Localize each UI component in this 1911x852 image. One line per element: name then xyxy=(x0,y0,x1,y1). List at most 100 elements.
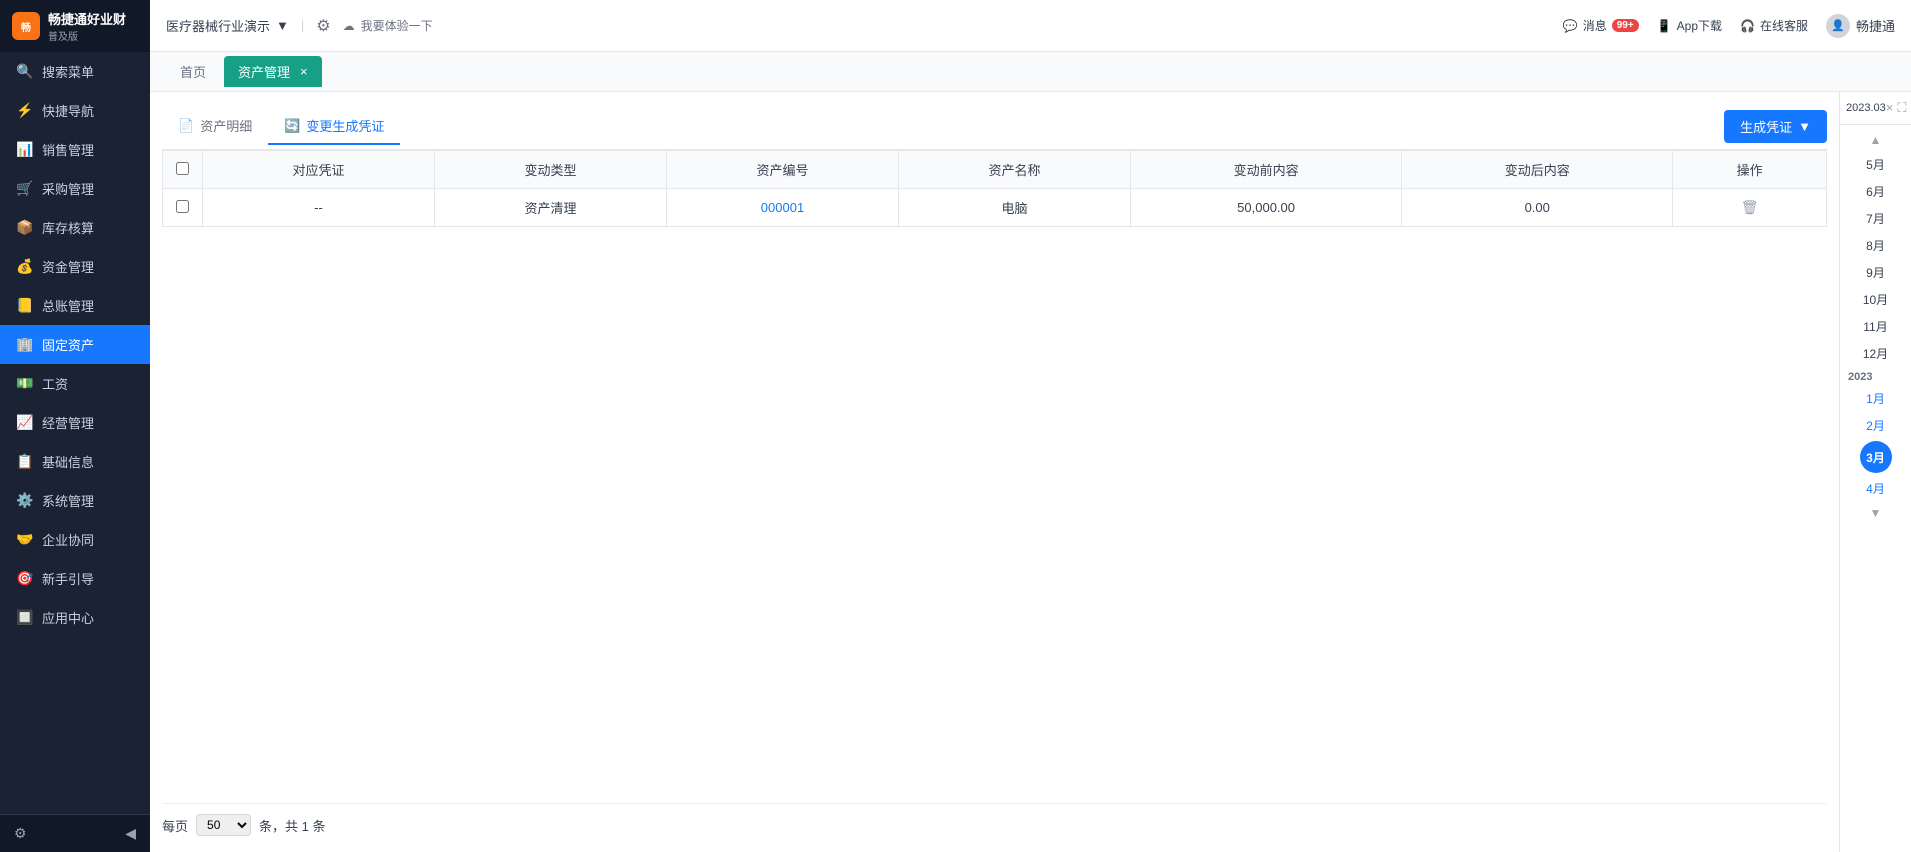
td-change-type-0: 资产清理 xyxy=(435,189,667,227)
sidebar-item-operations[interactable]: 📈经营管理 xyxy=(0,403,150,442)
tab-home[interactable]: 首页 xyxy=(166,56,220,87)
generate-voucher-button[interactable]: 生成凭证 ▼ xyxy=(1724,110,1827,143)
sidebar-item-sales[interactable]: 📊销售管理 xyxy=(0,130,150,169)
sidebar-title: 畅捷通好业财 xyxy=(48,9,126,28)
sub-tab-change-voucher[interactable]: 🔄 变更生成凭证 xyxy=(268,108,400,145)
sidebar-icon-ledger: 📒 xyxy=(16,297,32,314)
th-select-all xyxy=(163,151,203,189)
settings-icon[interactable]: ⚙ xyxy=(14,825,27,842)
date-scroll[interactable]: ▲5月6月7月8月9月10月11月12月20231月2月3月4月▼ xyxy=(1840,125,1911,852)
row-checkbox-0[interactable] xyxy=(176,200,189,213)
data-table-wrap: 对应凭证 变动类型 资产编号 资产名称 变动前内容 变动后内容 操作 -- 资产… xyxy=(162,150,1827,803)
sidebar-label-base-info: 基础信息 xyxy=(42,452,94,471)
total-text: 条，共 1 条 xyxy=(259,816,325,835)
sidebar-header: 畅 畅捷通好业财 普及版 xyxy=(0,0,150,52)
date-month-item[interactable]: 12月 xyxy=(1840,340,1911,367)
online-service-label: 在线客服 xyxy=(1760,17,1808,34)
nav-tabs: 首页 资产管理 × xyxy=(150,52,1911,92)
sidebar-label-salary: 工资 xyxy=(42,374,68,393)
generate-chevron: ▼ xyxy=(1798,119,1811,134)
data-table: 对应凭证 变动类型 资产编号 资产名称 变动前内容 变动后内容 操作 -- 资产… xyxy=(162,150,1827,227)
sidebar-item-enterprise[interactable]: 🤝企业协同 xyxy=(0,520,150,559)
tab-close-icon[interactable]: × xyxy=(300,64,308,79)
date-month-item[interactable]: 5月 xyxy=(1840,151,1911,178)
sidebar-label-funds: 资金管理 xyxy=(42,257,94,276)
date-month-item[interactable]: 7月 xyxy=(1840,205,1911,232)
select-all-checkbox[interactable] xyxy=(176,162,189,175)
date-side-panel: 2023.03 × ⛶ ▲5月6月7月8月9月10月11月12月20231月2月… xyxy=(1839,92,1911,852)
company-name: 医疗器械行业演示 xyxy=(166,16,270,35)
user-menu[interactable]: 👤 畅捷通 xyxy=(1826,14,1895,38)
collapse-icon[interactable]: ◀ xyxy=(125,825,136,842)
date-panel-expand-icon[interactable]: ⛶ xyxy=(1897,100,1906,116)
sidebar-icon-quick-nav: ⚡ xyxy=(16,102,32,119)
app-download-label: App下载 xyxy=(1677,17,1722,34)
date-year-label: 2023 xyxy=(1840,367,1911,385)
sidebar-item-app-center[interactable]: 🔲应用中心 xyxy=(0,598,150,637)
date-month-item[interactable]: 1月 xyxy=(1840,385,1911,412)
content-area: 📄 资产明细 🔄 变更生成凭证 生成凭证 ▼ xyxy=(150,92,1911,852)
sub-tab1-icon: 📄 xyxy=(178,118,194,134)
app-download-icon: 📱 xyxy=(1657,19,1672,33)
date-scroll-up[interactable]: ▲ xyxy=(1840,129,1911,151)
date-month-item[interactable]: 2月 xyxy=(1840,412,1911,439)
sidebar-item-inventory[interactable]: 📦库存核算 xyxy=(0,208,150,247)
experience-icon: ☁ xyxy=(343,19,355,33)
sidebar: 畅 畅捷通好业财 普及版 🔍搜索菜单 ⚡ 快捷导航 📊销售管理🛒采购管理📦库存核算💰资… xyxy=(0,0,150,852)
message-badge: 99+ xyxy=(1612,19,1639,32)
date-month-item[interactable]: 10月 xyxy=(1840,286,1911,313)
company-chevron: ▼ xyxy=(276,18,289,33)
th-voucher: 对应凭证 xyxy=(203,151,435,189)
online-service-button[interactable]: 🎧 在线客服 xyxy=(1740,17,1808,34)
per-page-label: 每页 xyxy=(162,816,188,835)
sidebar-item-search[interactable]: 🔍搜索菜单 xyxy=(0,52,150,91)
online-service-icon: 🎧 xyxy=(1740,19,1755,33)
sidebar-icon-salary: 💵 xyxy=(16,375,32,392)
tab-asset-management[interactable]: 资产管理 × xyxy=(224,56,322,87)
app-download-button[interactable]: 📱 App下载 xyxy=(1657,17,1722,34)
date-month-item[interactable]: 4月 xyxy=(1840,475,1911,502)
action-row: 生成凭证 ▼ xyxy=(1724,104,1827,149)
sidebar-item-purchase[interactable]: 🛒采购管理 xyxy=(0,169,150,208)
th-asset-name: 资产名称 xyxy=(899,151,1131,189)
message-button[interactable]: 💬 消息 99+ xyxy=(1563,17,1639,34)
sidebar-label-enterprise: 企业协同 xyxy=(42,530,94,549)
sidebar-item-salary[interactable]: 💵 工资 xyxy=(0,364,150,403)
sidebar-label-purchase: 采购管理 xyxy=(42,179,94,198)
sidebar-logo: 畅 xyxy=(12,12,40,40)
date-scroll-down[interactable]: ▼ xyxy=(1840,502,1911,524)
date-month-item[interactable]: 9月 xyxy=(1840,259,1911,286)
sidebar-item-fixed-assets[interactable]: 🏢固定资产 xyxy=(0,325,150,364)
date-month-item[interactable]: 8月 xyxy=(1840,232,1911,259)
sub-tab2-label: 变更生成凭证 xyxy=(306,116,384,135)
main-content: 医疗器械行业演示 ▼ | ⚙ ☁ 我要体验一下 💬 消息 99+ 📱 App下载… xyxy=(150,0,1911,852)
sub-tab-asset-detail[interactable]: 📄 资产明细 xyxy=(162,108,268,145)
th-after-change: 变动后内容 xyxy=(1402,151,1673,189)
table-body: -- 资产清理 000001 电脑 50,000.00 0.00 🗑 xyxy=(163,189,1827,227)
company-selector[interactable]: 医疗器械行业演示 ▼ xyxy=(166,16,289,35)
date-month-item[interactable]: 3月 xyxy=(1860,441,1892,473)
sidebar-item-ledger[interactable]: 📒总账管理 xyxy=(0,286,150,325)
table-row: -- 资产清理 000001 电脑 50,000.00 0.00 🗑 xyxy=(163,189,1827,227)
td-asset-name-0: 电脑 xyxy=(899,189,1131,227)
sub-tabs: 📄 资产明细 🔄 变更生成凭证 xyxy=(162,108,400,145)
sidebar-item-funds[interactable]: 💰资金管理 xyxy=(0,247,150,286)
date-panel-close-icon[interactable]: × xyxy=(1886,100,1894,116)
sidebar-item-quick-nav[interactable]: ⚡ 快捷导航 xyxy=(0,91,150,130)
topbar-settings-icon[interactable]: ⚙ xyxy=(316,16,330,36)
generate-label: 生成凭证 xyxy=(1740,117,1792,136)
td-operation-0[interactable]: 🗑 xyxy=(1673,189,1827,227)
experience-button[interactable]: ☁ 我要体验一下 xyxy=(343,17,433,34)
sidebar-item-system[interactable]: ⚙️系统管理 xyxy=(0,481,150,520)
sidebar-item-base-info[interactable]: 📋基础信息 xyxy=(0,442,150,481)
tab-home-label: 首页 xyxy=(180,62,206,81)
sidebar-icon-inventory: 📦 xyxy=(16,219,32,236)
sidebar-item-guide[interactable]: 🎯新手引导 xyxy=(0,559,150,598)
date-month-item[interactable]: 11月 xyxy=(1840,313,1911,340)
sidebar-label-quick-nav: 快捷导航 xyxy=(42,101,94,120)
th-change-type: 变动类型 xyxy=(435,151,667,189)
sidebar-footer: ⚙ ◀ xyxy=(0,814,150,852)
sidebar-subtitle: 普及版 xyxy=(48,28,126,43)
date-month-item[interactable]: 6月 xyxy=(1840,178,1911,205)
per-page-select[interactable]: 102050100 xyxy=(196,814,251,836)
